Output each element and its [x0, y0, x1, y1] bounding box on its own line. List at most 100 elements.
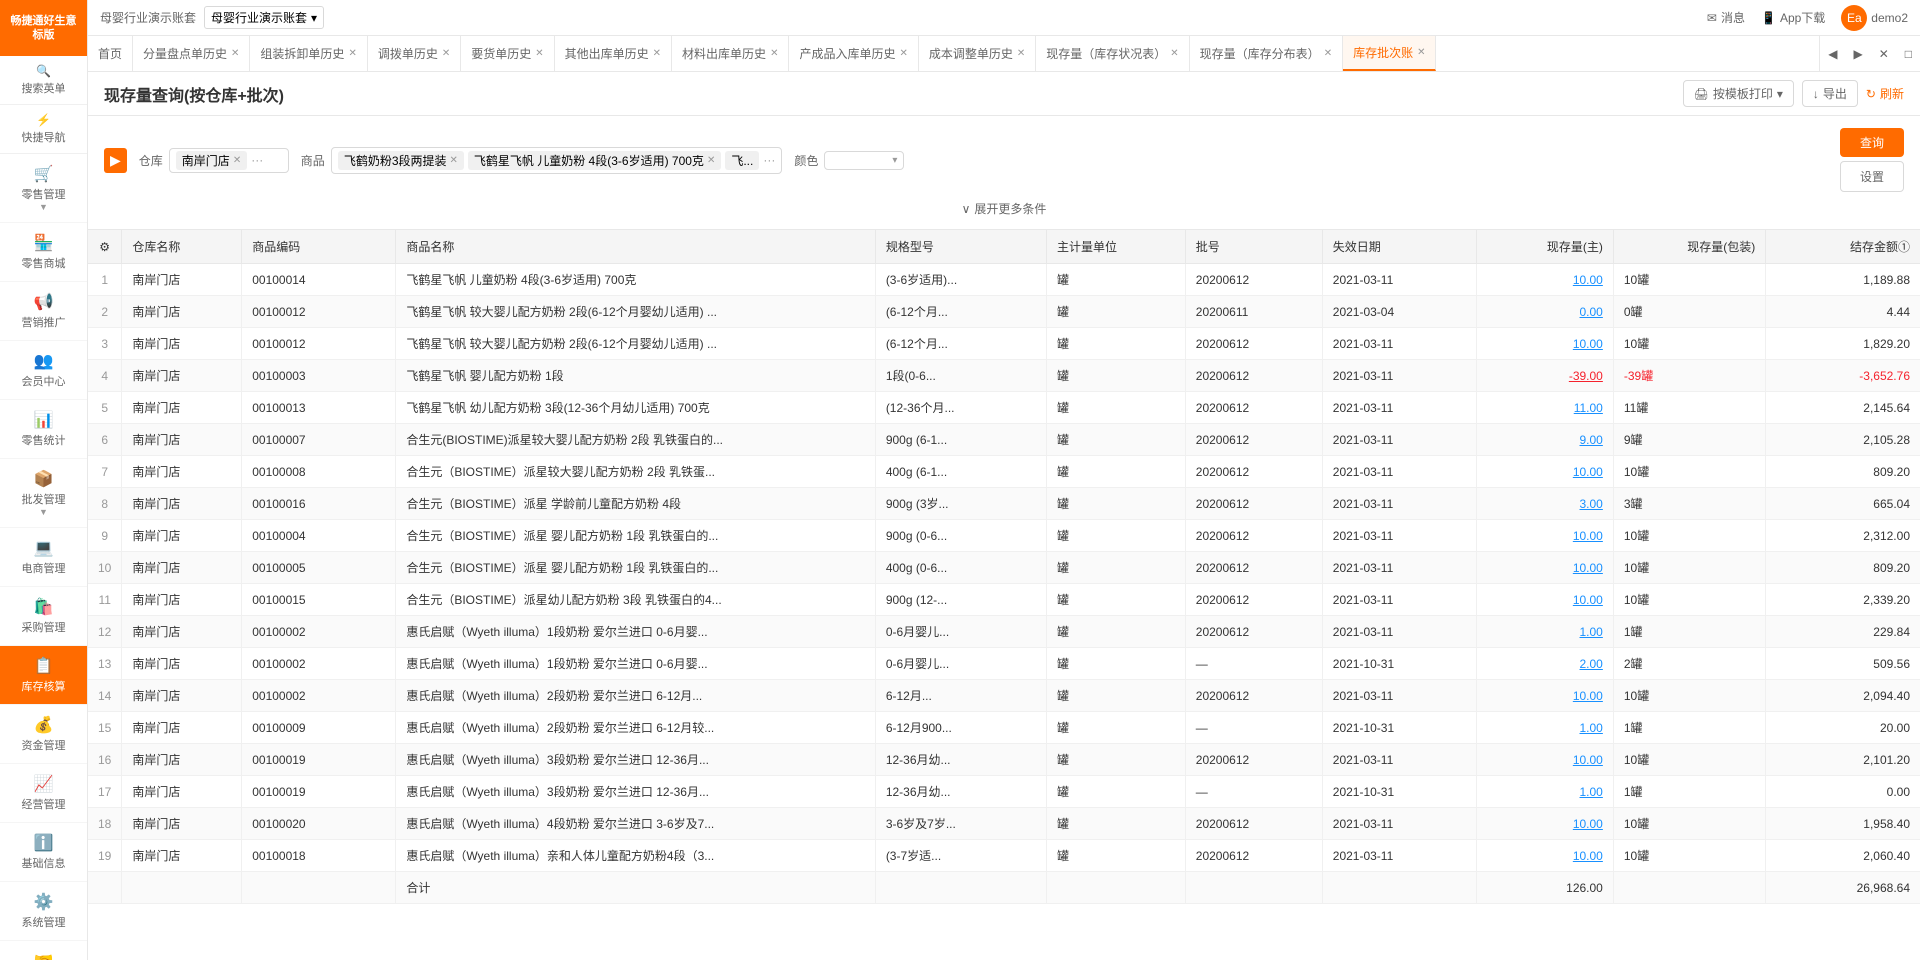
product-tag-container[interactable]: 飞鹤奶粉3段两提装 ✕ 飞鹤星飞帆 儿童奶粉 4段(3-6岁适用) 700克 ✕…: [331, 147, 783, 174]
total-empty-5: [1047, 872, 1186, 904]
sidebar-item-2[interactable]: 🛒 零售管理 ▼: [0, 154, 87, 223]
sidebar-item-5[interactable]: 👥 会员中心: [0, 341, 87, 400]
sidebar-item-9[interactable]: 🛍️ 采购管理: [0, 587, 87, 646]
tab-expand-btn[interactable]: □: [1897, 36, 1920, 71]
sidebar-quicknav[interactable]: ⚡ 快捷导航: [0, 105, 87, 154]
tab-item-1[interactable]: 分量盘点单历史 ✕: [133, 36, 250, 71]
tab-nav-arrows: ◀ ▶ ✕ □: [1819, 36, 1920, 71]
tab-item-5[interactable]: 其他出库单历史 ✕: [555, 36, 672, 71]
tab-close-6[interactable]: ✕: [770, 48, 778, 59]
warehouse-more-dots[interactable]: ···: [251, 153, 263, 167]
cell-amount-5: 2,105.28: [1766, 424, 1920, 456]
sidebar-item-15[interactable]: 🤝 企业协同: [0, 941, 87, 960]
tab-item-10[interactable]: 现存量（库存分布表） ✕: [1190, 36, 1343, 71]
sidebar-item-7[interactable]: 📦 批发管理 ▼: [0, 459, 87, 528]
tab-item-3[interactable]: 调拨单历史 ✕: [368, 36, 461, 71]
tab-item-11[interactable]: 库存批次账 ✕: [1343, 36, 1436, 71]
tab-close-5[interactable]: ✕: [653, 48, 661, 59]
cell-name-4: 飞鹤星飞帆 幼儿配方奶粉 3段(12-36个月幼儿适用) 700克: [396, 392, 875, 424]
cell-name-17: 惠氏启赋（Wyeth illuma）4段奶粉 爱尔兰进口 3-6岁及7...: [396, 808, 875, 840]
tab-close-9[interactable]: ✕: [1170, 48, 1178, 59]
cell-stock-main-6[interactable]: 10.00: [1476, 456, 1613, 488]
message-btn[interactable]: ✉ 消息: [1707, 9, 1745, 26]
tab-item-2[interactable]: 组装拆卸单历史 ✕: [250, 36, 367, 71]
filter-expand-left-btn[interactable]: ▶: [104, 148, 127, 173]
cell-stock-main-17[interactable]: 10.00: [1476, 808, 1613, 840]
tab-item-7[interactable]: 产成品入库单历史 ✕: [789, 36, 918, 71]
cell-stock-main-12[interactable]: 2.00: [1476, 648, 1613, 680]
tab-close-11[interactable]: ✕: [1417, 47, 1425, 58]
warehouse-tag-container[interactable]: 南岸门店 ✕ ···: [169, 148, 289, 173]
cell-stock-main-0[interactable]: 10.00: [1476, 264, 1613, 296]
cell-unit-11: 罐: [1047, 616, 1186, 648]
refresh-btn[interactable]: ↻ 刷新: [1866, 85, 1904, 102]
product-more-dots[interactable]: ···: [763, 153, 775, 167]
sidebar-icon-2: 🛒: [34, 164, 54, 184]
cell-warehouse-12: 南岸门店: [122, 648, 242, 680]
sidebar-icon-14: ⚙️: [34, 892, 54, 912]
cell-code-5: 00100007: [242, 424, 396, 456]
sidebar-item-11[interactable]: 💰 资金管理: [0, 705, 87, 764]
tab-item-8[interactable]: 成本调整单历史 ✕: [919, 36, 1036, 71]
cell-stock-main-14[interactable]: 1.00: [1476, 712, 1613, 744]
product-tag-1-remove[interactable]: ✕: [450, 155, 458, 166]
tab-item-4[interactable]: 要货单历史 ✕: [461, 36, 554, 71]
sidebar-item-8[interactable]: 💻 电商管理: [0, 528, 87, 587]
sidebar-item-13[interactable]: ℹ️ 基础信息: [0, 823, 87, 882]
sidebar-item-6[interactable]: 📊 零售统计: [0, 400, 87, 459]
tab-item-6[interactable]: 材料出库单历史 ✕: [672, 36, 789, 71]
sidebar-item-14[interactable]: ⚙️ 系统管理: [0, 882, 87, 941]
tab-close-10[interactable]: ✕: [1324, 48, 1332, 59]
cell-stock-main-5[interactable]: 9.00: [1476, 424, 1613, 456]
cell-stock-main-13[interactable]: 10.00: [1476, 680, 1613, 712]
cell-batch-4: 20200612: [1185, 392, 1322, 424]
query-button[interactable]: 查询: [1840, 128, 1904, 157]
tab-close-3[interactable]: ✕: [442, 48, 450, 59]
cell-stock-main-11[interactable]: 1.00: [1476, 616, 1613, 648]
warehouse-tag-remove[interactable]: ✕: [233, 155, 241, 166]
print-btn[interactable]: 🖨 按模板打印 ▾: [1683, 80, 1794, 107]
cell-stock-main-3[interactable]: -39.00: [1476, 360, 1613, 392]
app-download-btn[interactable]: 📱 App下载: [1761, 9, 1825, 26]
cell-stock-main-16[interactable]: 1.00: [1476, 776, 1613, 808]
cell-stock-main-8[interactable]: 10.00: [1476, 520, 1613, 552]
sidebar-item-10[interactable]: 📋 库存核算: [0, 646, 87, 705]
cell-unit-18: 罐: [1047, 840, 1186, 872]
cell-stock-main-15[interactable]: 10.00: [1476, 744, 1613, 776]
export-btn[interactable]: ↓ 导出: [1802, 80, 1858, 107]
tab-close-1[interactable]: ✕: [231, 48, 239, 59]
tab-next-btn[interactable]: ▶: [1845, 36, 1870, 71]
settings-button[interactable]: 设置: [1840, 161, 1904, 192]
col-settings[interactable]: ⚙: [88, 230, 122, 264]
expand-more-btn[interactable]: ∨ 展开更多条件: [962, 200, 1047, 217]
tab-prev-btn[interactable]: ◀: [1820, 36, 1845, 71]
sidebar-label-11: 资金管理: [22, 737, 66, 753]
sidebar-item-3[interactable]: 🏪 零售商城: [0, 223, 87, 282]
tab-close-btn[interactable]: ✕: [1871, 36, 1897, 71]
sidebar-item-4[interactable]: 📢 营销推广: [0, 282, 87, 341]
cell-stock-main-4[interactable]: 11.00: [1476, 392, 1613, 424]
sidebar-item-12[interactable]: 📈 经营管理: [0, 764, 87, 823]
sidebar-search[interactable]: 🔍 搜索英单: [0, 56, 87, 105]
color-filter-input[interactable]: ▾: [824, 151, 904, 170]
tab-label-8: 成本调整单历史: [929, 45, 1013, 62]
tab-close-4[interactable]: ✕: [535, 48, 543, 59]
cell-stock-main-9[interactable]: 10.00: [1476, 552, 1613, 584]
tab-item-0[interactable]: 首页: [88, 36, 133, 71]
cell-stock-pkg-18: 10罐: [1613, 840, 1765, 872]
account-selector[interactable]: 母婴行业演示账套 ▾: [204, 6, 324, 29]
product-tag-2-remove[interactable]: ✕: [707, 155, 715, 166]
user-profile[interactable]: Ea demo2: [1841, 5, 1908, 31]
tab-label-6: 材料出库单历史: [682, 45, 766, 62]
tab-close-2[interactable]: ✕: [348, 48, 356, 59]
cell-stock-main-7[interactable]: 3.00: [1476, 488, 1613, 520]
cell-stock-main-2[interactable]: 10.00: [1476, 328, 1613, 360]
cell-stock-main-1[interactable]: 0.00: [1476, 296, 1613, 328]
cell-stock-main-18[interactable]: 10.00: [1476, 840, 1613, 872]
tab-close-7[interactable]: ✕: [899, 48, 907, 59]
cell-warehouse-14: 南岸门店: [122, 712, 242, 744]
tab-item-9[interactable]: 现存量（库存状况表） ✕: [1036, 36, 1189, 71]
cell-num-14: 15: [88, 712, 122, 744]
cell-stock-main-10[interactable]: 10.00: [1476, 584, 1613, 616]
tab-close-8[interactable]: ✕: [1017, 48, 1025, 59]
